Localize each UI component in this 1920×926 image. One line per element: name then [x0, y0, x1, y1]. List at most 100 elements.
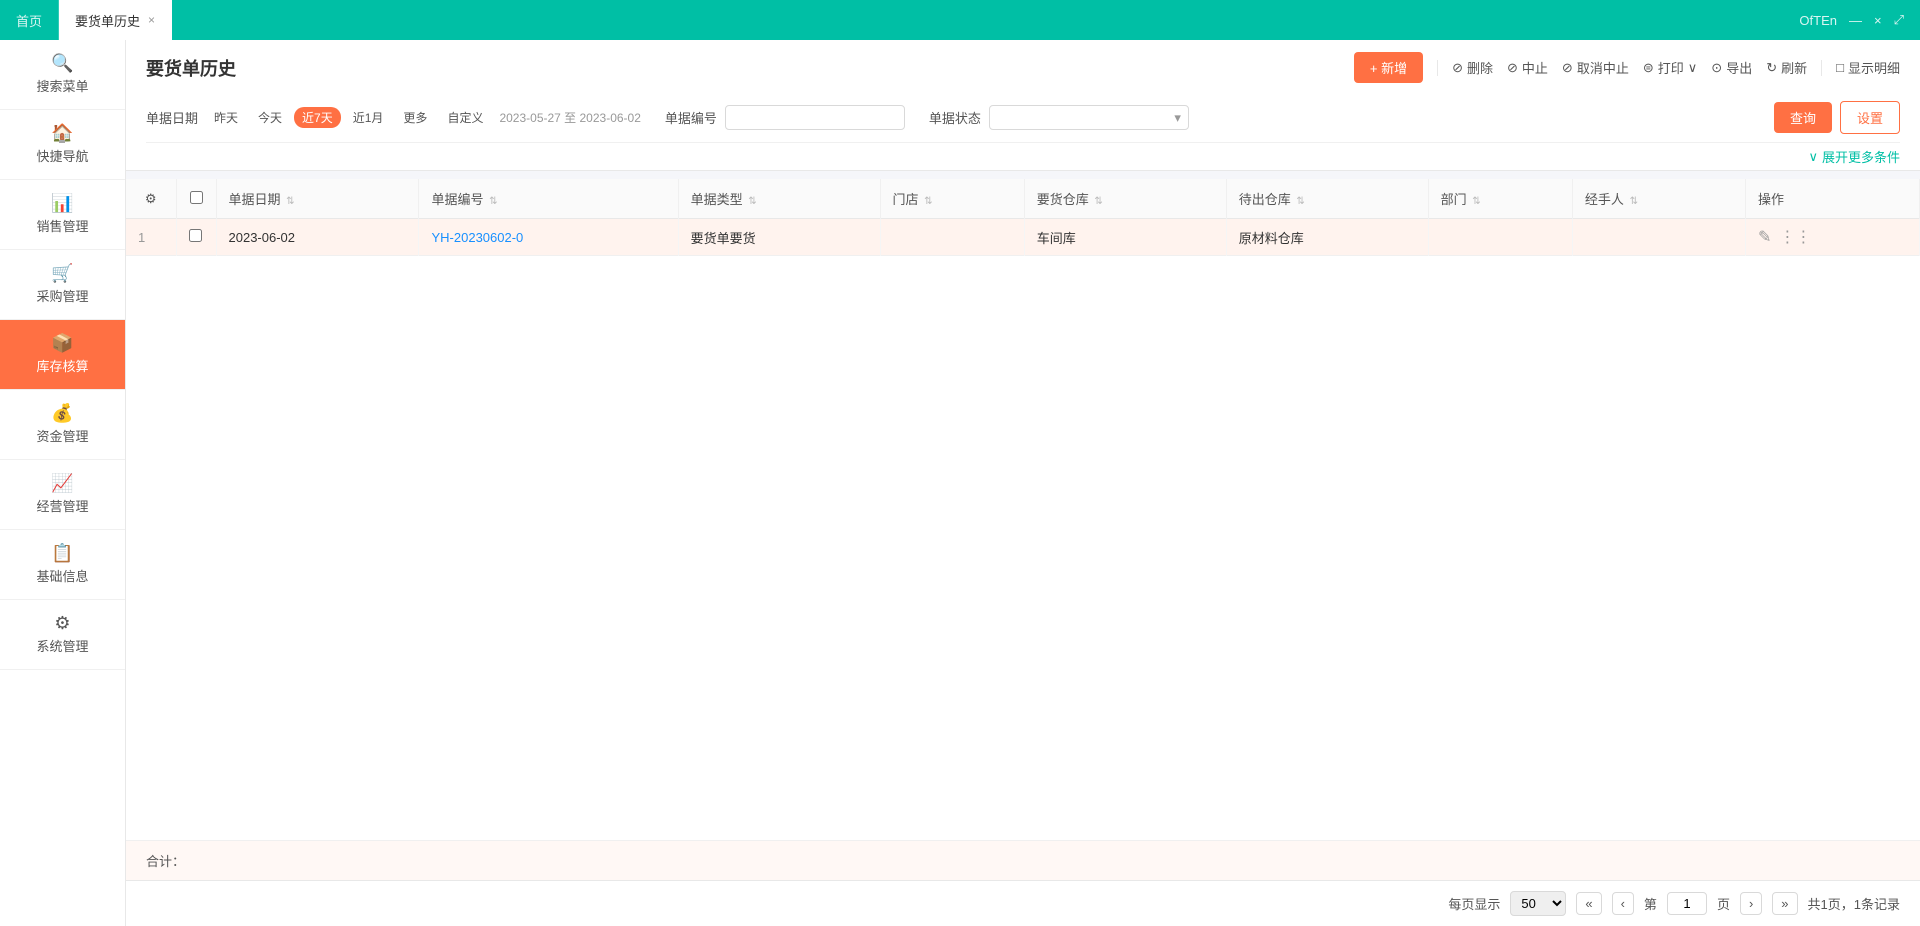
row-checkbox[interactable]	[189, 229, 202, 242]
select-all-checkbox[interactable]	[190, 191, 203, 204]
sidebar-item-sales[interactable]: 📊 销售管理	[0, 180, 125, 250]
sidebar-item-search[interactable]: 🔍 搜索菜单	[0, 40, 125, 110]
home-icon: 🏠	[51, 124, 73, 142]
col-pending-warehouse-sort-icon[interactable]: ⇅	[1296, 196, 1304, 207]
expand-more-row: ∨ 展开更多条件	[146, 142, 1900, 170]
shortcut-custom[interactable]: 自定义	[439, 107, 491, 128]
bill-number-input[interactable]	[725, 105, 905, 130]
col-type-sort-icon[interactable]: ⇅	[748, 196, 756, 207]
display-detail-button[interactable]: □ 显示明细	[1836, 58, 1900, 77]
often-label[interactable]: OfTEn	[1799, 13, 1837, 28]
col-department-sort-icon[interactable]: ⇅	[1472, 196, 1480, 207]
new-button[interactable]: + 新增	[1354, 52, 1423, 83]
refresh-label: 刷新	[1781, 58, 1807, 77]
next-page-button[interactable]: ›	[1740, 892, 1762, 915]
stop-icon: ⊘	[1507, 60, 1518, 76]
col-store: 门店 ⇅	[880, 179, 1024, 219]
stop-button[interactable]: ⊘ 中止	[1507, 54, 1548, 81]
bill-status-select[interactable]	[989, 105, 1189, 130]
shortcut-7days[interactable]: 近7天	[294, 107, 341, 128]
col-req-warehouse-sort-icon[interactable]: ⇅	[1094, 196, 1102, 207]
first-page-button[interactable]: «	[1576, 892, 1601, 915]
sidebar-item-finance[interactable]: 💰 资金管理	[0, 390, 125, 460]
col-handler: 经手人 ⇅	[1572, 179, 1745, 219]
sidebar-item-nav-label: 快捷导航	[36, 146, 88, 165]
sidebar-item-nav[interactable]: 🏠 快捷导航	[0, 110, 125, 180]
pagination-bar: 每页显示 10 20 50 100 « ‹ 第 页 › » 共1页，1条记录	[126, 880, 1920, 926]
toolbar: + 新增 ⊘ 删除 ⊘ 中止 ⊘ 取消中止 ⊜	[1354, 52, 1900, 83]
page-number-input[interactable]	[1667, 892, 1707, 915]
cell-actions: ✎ ⋮⋮	[1746, 219, 1920, 256]
col-actions: 操作	[1746, 179, 1920, 219]
page-size-text: 每页显示	[1448, 894, 1500, 913]
shortcut-today[interactable]: 今天	[250, 107, 290, 128]
col-checkbox[interactable]	[176, 179, 216, 219]
tab-home[interactable]: 首页	[0, 0, 59, 40]
sidebar-item-purchase-label: 采购管理	[36, 286, 88, 305]
col-type: 单据类型 ⇅	[678, 179, 880, 219]
checkbox-icon: □	[1836, 60, 1844, 75]
bill-status-select-wrapper	[989, 105, 1189, 130]
tab-close-icon[interactable]: ×	[148, 13, 155, 27]
cell-req-warehouse: 车间库	[1024, 219, 1226, 256]
sidebar-item-operations-label: 经营管理	[36, 496, 88, 515]
sidebar-item-basic[interactable]: 📋 基础信息	[0, 530, 125, 600]
purchase-icon: 🛒	[51, 264, 73, 282]
table-header-row: ⚙ 单据日期 ⇅ 单据编号 ⇅ 单据类型	[126, 179, 1920, 219]
sidebar-item-operations[interactable]: 📈 经营管理	[0, 460, 125, 530]
cell-number: YH-20230602-0	[419, 219, 678, 256]
shortcut-1month[interactable]: 近1月	[345, 107, 392, 128]
expand-more-btn[interactable]: ∨ 展开更多条件	[1808, 147, 1900, 166]
bill-status-filter-group: 单据状态	[929, 105, 1189, 130]
content-area: 要货单历史 + 新增 ⊘ 删除 ⊘ 中止 ⊘ 取消中止	[126, 40, 1920, 926]
col-settings[interactable]: ⚙	[126, 179, 176, 219]
cell-checkbox	[176, 219, 216, 256]
col-handler-sort-icon[interactable]: ⇅	[1630, 196, 1638, 207]
print-button[interactable]: ⊜ 打印 ∨	[1643, 54, 1697, 81]
settings-button[interactable]: 设置	[1840, 101, 1900, 134]
top-bar-right: OfTEn — × ⤢	[1783, 12, 1920, 28]
display-detail-label: 显示明细	[1848, 58, 1900, 77]
shortcut-yesterday[interactable]: 昨天	[206, 107, 246, 128]
sidebar-item-inventory[interactable]: 📦 库存核算	[0, 320, 125, 390]
last-page-button[interactable]: »	[1772, 892, 1797, 915]
shortcut-more[interactable]: 更多	[395, 107, 435, 128]
minimize-icon[interactable]: —	[1849, 13, 1862, 28]
cancel-stop-icon: ⊘	[1562, 60, 1573, 76]
more-icon[interactable]: ⋮⋮	[1779, 227, 1811, 247]
print-dropdown-icon: ∨	[1688, 60, 1698, 76]
bill-number-filter-group: 单据编号	[665, 105, 905, 130]
bill-number-link[interactable]: YH-20230602-0	[431, 230, 523, 245]
page-size-select[interactable]: 10 20 50 100	[1510, 891, 1566, 916]
query-button[interactable]: 查询	[1774, 102, 1832, 133]
expand-chevron-icon: ∨	[1808, 149, 1818, 165]
action-icons: ✎ ⋮⋮	[1758, 227, 1907, 247]
expand-icon[interactable]: ⤢	[1894, 12, 1904, 28]
page-label-prev: 第	[1644, 894, 1657, 913]
col-date: 单据日期 ⇅	[216, 179, 419, 219]
col-store-sort-icon[interactable]: ⇅	[924, 196, 932, 207]
tab-history[interactable]: 要货单历史 ×	[59, 0, 172, 40]
sidebar-item-system[interactable]: ⚙ 系统管理	[0, 600, 125, 670]
sidebar-item-search-label: 搜索菜单	[36, 76, 88, 95]
col-date-sort-icon[interactable]: ⇅	[286, 196, 294, 207]
page-label-next: 页	[1717, 894, 1730, 913]
finance-icon: 💰	[51, 404, 73, 422]
close-icon[interactable]: ×	[1874, 13, 1882, 28]
sidebar-item-purchase[interactable]: 🛒 采购管理	[0, 250, 125, 320]
col-req-warehouse: 要货仓库 ⇅	[1024, 179, 1226, 219]
sidebar-item-system-label: 系统管理	[36, 636, 88, 655]
col-pending-warehouse: 待出仓库 ⇅	[1226, 179, 1428, 219]
export-button[interactable]: ⊙ 导出	[1711, 54, 1752, 81]
date-filter-group: 单据日期 昨天 今天 近7天 近1月 更多 自定义 2023-05-27 至 2…	[146, 107, 641, 128]
cell-date: 2023-06-02	[216, 219, 419, 256]
refresh-button[interactable]: ↻ 刷新	[1766, 54, 1807, 81]
sidebar-item-inventory-label: 库存核算	[36, 356, 88, 375]
col-number-sort-icon[interactable]: ⇅	[489, 196, 497, 207]
tab-bar: 首页 要货单历史 ×	[0, 0, 1783, 40]
delete-button[interactable]: ⊘ 删除	[1452, 54, 1493, 81]
edit-icon[interactable]: ✎	[1758, 227, 1771, 247]
prev-page-button[interactable]: ‹	[1612, 892, 1634, 915]
cancel-stop-button[interactable]: ⊘ 取消中止	[1562, 54, 1629, 81]
sidebar-item-basic-label: 基础信息	[36, 566, 88, 585]
